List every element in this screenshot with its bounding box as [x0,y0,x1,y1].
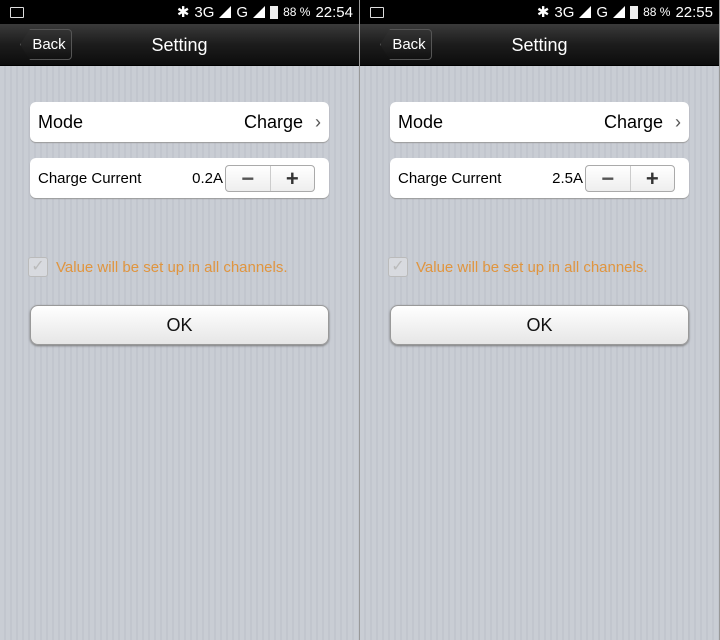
charge-current-row: Charge Current 2.5A − + [390,158,689,198]
mode-label: Mode [38,111,84,132]
increment-button[interactable]: + [631,166,675,191]
all-channels-checkbox-row[interactable]: ✓ Value will be set up in all channels. [388,257,648,277]
signal-icon [613,6,626,18]
charge-current-label: Charge Current [398,169,502,187]
settings-screen: ✱ 3G G 88 % 22:55 Setting Back Mode Char… [360,0,720,640]
mode-label: Mode [398,111,444,132]
charge-current-label: Charge Current [38,169,142,187]
checkbox-label: Value will be set up in all channels. [56,258,288,276]
bluetooth-icon: ✱ [176,4,190,21]
clock: 22:54 [315,3,353,21]
mode-value: Charge [243,111,303,132]
decrement-button[interactable]: − [226,165,271,191]
signal-icon [579,6,592,18]
network-type: 3G [554,3,575,21]
settings-screen: ✱ 3G G 88 % 22:54 Setting Back Mode Char… [0,0,360,640]
clock: 22:55 [675,3,713,21]
network-type-2: G [236,3,249,21]
battery-icon [270,5,279,19]
battery-icon [630,5,639,19]
nav-bar: Setting Back [360,24,719,66]
image-notification-icon [10,6,24,18]
charge-current-value: 2.5A [552,169,583,187]
ok-button[interactable]: OK [390,305,689,345]
checkbox[interactable]: ✓ [28,257,48,277]
signal-icon [219,6,232,18]
checkbox-label: Value will be set up in all channels. [416,258,648,276]
checkbox[interactable]: ✓ [388,257,408,277]
mode-row[interactable]: Mode Charge › [30,102,329,142]
charge-current-stepper: − + [225,164,315,192]
battery-level: 88 % [643,5,671,19]
network-type: 3G [194,3,215,21]
increment-button[interactable]: + [271,166,315,191]
decrement-button[interactable]: − [586,165,631,191]
mode-value: Charge [603,111,663,132]
image-notification-icon [370,6,384,18]
battery-level: 88 % [283,5,311,19]
back-button[interactable]: Back [20,29,72,60]
mode-row[interactable]: Mode Charge › [390,102,689,142]
charge-current-stepper: − + [585,164,675,192]
chevron-right-icon: › [675,111,681,132]
chevron-right-icon: › [315,111,321,132]
ok-button[interactable]: OK [30,305,329,345]
status-bar: ✱ 3G G 88 % 22:54 [0,0,359,24]
charge-current-row: Charge Current 0.2A − + [30,158,329,198]
charge-current-value: 0.2A [192,169,223,187]
nav-bar: Setting Back [0,24,359,66]
status-bar: ✱ 3G G 88 % 22:55 [360,0,719,24]
bluetooth-icon: ✱ [536,4,550,21]
network-type-2: G [596,3,609,21]
back-button[interactable]: Back [380,29,432,60]
all-channels-checkbox-row[interactable]: ✓ Value will be set up in all channels. [28,257,288,277]
signal-icon [253,6,266,18]
